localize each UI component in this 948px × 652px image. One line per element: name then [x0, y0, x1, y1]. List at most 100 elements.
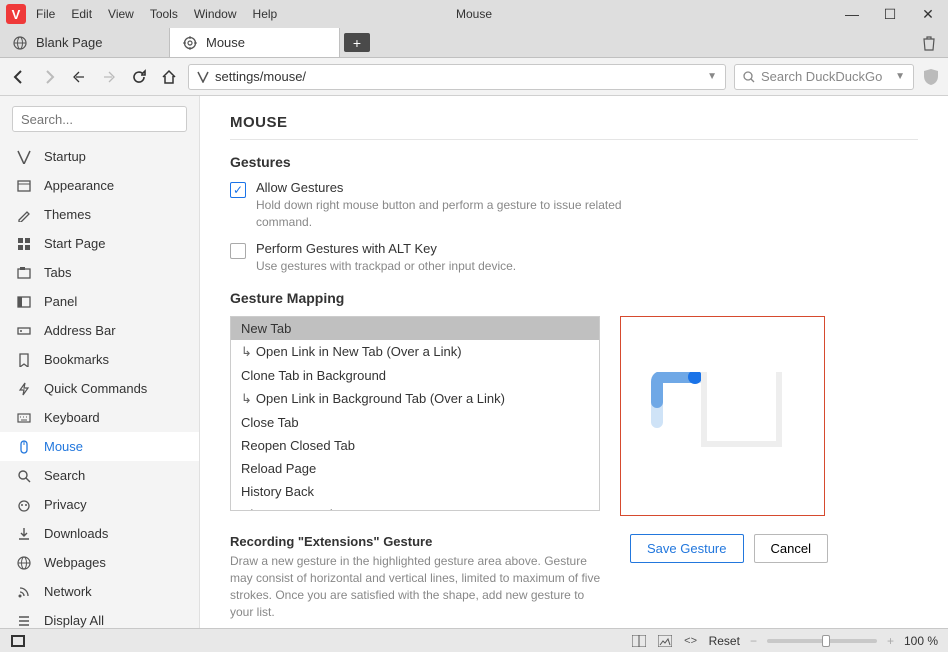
gesture-item[interactable]: Reopen Closed Tab — [231, 434, 599, 457]
image-toggle-icon[interactable] — [657, 634, 673, 648]
privacy-icon — [16, 497, 32, 513]
title-bar: V File Edit View Tools Window Help Mouse… — [0, 0, 948, 28]
gesture-item[interactable]: Clone Tab in Background — [231, 364, 599, 387]
gesture-item[interactable]: History Back — [231, 480, 599, 503]
startup-icon — [16, 149, 32, 165]
sidebar-item-label: Downloads — [44, 526, 108, 541]
sidebar-item-quick-commands[interactable]: Quick Commands — [0, 374, 199, 403]
downloads-icon — [16, 526, 32, 542]
sidebar-item-network[interactable]: Network — [0, 577, 199, 606]
sidebar-item-display-all[interactable]: Display All — [0, 606, 199, 628]
sidebar-item-themes[interactable]: Themes — [0, 200, 199, 229]
panel-toggle-icon[interactable] — [10, 634, 26, 648]
forward-button[interactable] — [38, 66, 60, 88]
webpages-icon — [16, 555, 32, 571]
settings-content[interactable]: MOUSE Gestures ✓ Allow Gestures Hold dow… — [200, 96, 948, 628]
alt-gestures-checkbox[interactable] — [230, 243, 246, 259]
divider — [230, 139, 918, 140]
gear-icon — [182, 35, 198, 51]
sidebar-item-tabs[interactable]: Tabs — [0, 258, 199, 287]
gesture-item[interactable]: Close Tab — [231, 411, 599, 434]
ublock-shield-icon[interactable] — [922, 68, 940, 86]
reload-button[interactable] — [128, 66, 150, 88]
sidebar-item-label: Search — [44, 468, 85, 483]
zoom-slider[interactable] — [767, 639, 877, 643]
gesture-item[interactable]: History Forward — [231, 503, 599, 511]
status-bar: <> Reset − + 100 % — [0, 628, 948, 652]
allow-gestures-checkbox[interactable]: ✓ — [230, 182, 246, 198]
settings-search-input[interactable] — [12, 106, 187, 132]
sidebar-item-label: Network — [44, 584, 92, 599]
sidebar-item-panel[interactable]: Panel — [0, 287, 199, 316]
address-bar[interactable]: settings/mouse/ ▼ — [188, 64, 726, 90]
sidebar-item-label: Start Page — [44, 236, 105, 251]
sidebar-item-mouse[interactable]: Mouse — [0, 432, 199, 461]
quick-icon — [16, 381, 32, 397]
gesture-item[interactable]: ↳Open Link in New Tab (Over a Link) — [231, 340, 599, 364]
sidebar-item-label: Startup — [44, 149, 86, 164]
back-button[interactable] — [8, 66, 30, 88]
menu-help[interactable]: Help — [253, 7, 278, 21]
gesture-mapping-list[interactable]: New Tab↳Open Link in New Tab (Over a Lin… — [230, 316, 600, 511]
search-field[interactable]: Search DuckDuckGo ▼ — [734, 64, 914, 90]
tab-bar: Blank Page Mouse + — [0, 28, 948, 58]
sidebar-item-bookmarks[interactable]: Bookmarks — [0, 345, 199, 374]
page-actions-icon[interactable]: <> — [683, 634, 699, 648]
rewind-button[interactable] — [68, 66, 90, 88]
allow-gestures-desc: Hold down right mouse button and perform… — [256, 197, 626, 231]
gesture-recording-canvas[interactable] — [620, 316, 825, 516]
fast-forward-button[interactable] — [98, 66, 120, 88]
alt-gestures-label: Perform Gestures with ALT Key — [256, 241, 516, 256]
sidebar-item-address-bar[interactable]: Address Bar — [0, 316, 199, 345]
main-area: Startup Appearance Themes Start Page Tabs Pan… — [0, 96, 948, 628]
menu-view[interactable]: View — [108, 7, 134, 21]
close-window-button[interactable]: ✕ — [920, 6, 936, 23]
zoom-reset-button[interactable]: Reset — [709, 634, 740, 648]
sidebar-item-privacy[interactable]: Privacy — [0, 490, 199, 519]
menu-edit[interactable]: Edit — [71, 7, 92, 21]
tiling-icon[interactable] — [631, 634, 647, 648]
keyboard-icon — [16, 410, 32, 426]
themes-icon — [16, 207, 32, 223]
alt-gestures-desc: Use gestures with trackpad or other inpu… — [256, 258, 516, 275]
search-dropdown-icon[interactable]: ▼ — [895, 71, 905, 82]
gesture-item[interactable]: Reload Page — [231, 457, 599, 480]
vivaldi-logo[interactable]: V — [6, 4, 26, 24]
gesture-stroke — [649, 372, 799, 492]
new-tab-button[interactable]: + — [344, 33, 370, 52]
sidebar-item-label: Keyboard — [44, 410, 100, 425]
appearance-icon — [16, 178, 32, 194]
navigation-bar: settings/mouse/ ▼ Search DuckDuckGo ▼ — [0, 58, 948, 96]
minimize-button[interactable]: — — [844, 6, 860, 23]
sidebar-item-startup[interactable]: Startup — [0, 142, 199, 171]
recording-title: Recording "Extensions" Gesture — [230, 534, 610, 549]
bookmarks-icon — [16, 352, 32, 368]
sidebar-item-search[interactable]: Search — [0, 461, 199, 490]
sidebar-item-start-page[interactable]: Start Page — [0, 229, 199, 258]
sidebar-item-label: Themes — [44, 207, 91, 222]
sidebar-item-label: Quick Commands — [44, 381, 147, 396]
save-gesture-button[interactable]: Save Gesture — [630, 534, 744, 563]
address-dropdown-icon[interactable]: ▼ — [707, 71, 717, 82]
sidebar-item-appearance[interactable]: Appearance — [0, 171, 199, 200]
sidebar-item-label: Tabs — [44, 265, 71, 280]
tab-mouse[interactable]: Mouse — [170, 28, 340, 57]
allow-gestures-label: Allow Gestures — [256, 180, 626, 195]
tab-blank-page[interactable]: Blank Page — [0, 28, 170, 57]
sidebar-item-webpages[interactable]: Webpages — [0, 548, 199, 577]
menu-window[interactable]: Window — [194, 7, 237, 21]
sidebar-item-downloads[interactable]: Downloads — [0, 519, 199, 548]
gesture-item[interactable]: New Tab — [231, 317, 599, 340]
menu-tools[interactable]: Tools — [150, 7, 178, 21]
gesture-item[interactable]: ↳Open Link in Background Tab (Over a Lin… — [231, 387, 599, 411]
panel-icon — [16, 294, 32, 310]
tabs-icon — [16, 265, 32, 281]
globe-icon — [12, 35, 28, 51]
closed-tabs-trash-icon[interactable] — [910, 28, 948, 57]
sidebar-item-label: Mouse — [44, 439, 83, 454]
home-button[interactable] — [158, 66, 180, 88]
maximize-button[interactable]: ☐ — [882, 6, 898, 23]
menu-file[interactable]: File — [36, 7, 55, 21]
sidebar-item-keyboard[interactable]: Keyboard — [0, 403, 199, 432]
cancel-gesture-button[interactable]: Cancel — [754, 534, 828, 563]
